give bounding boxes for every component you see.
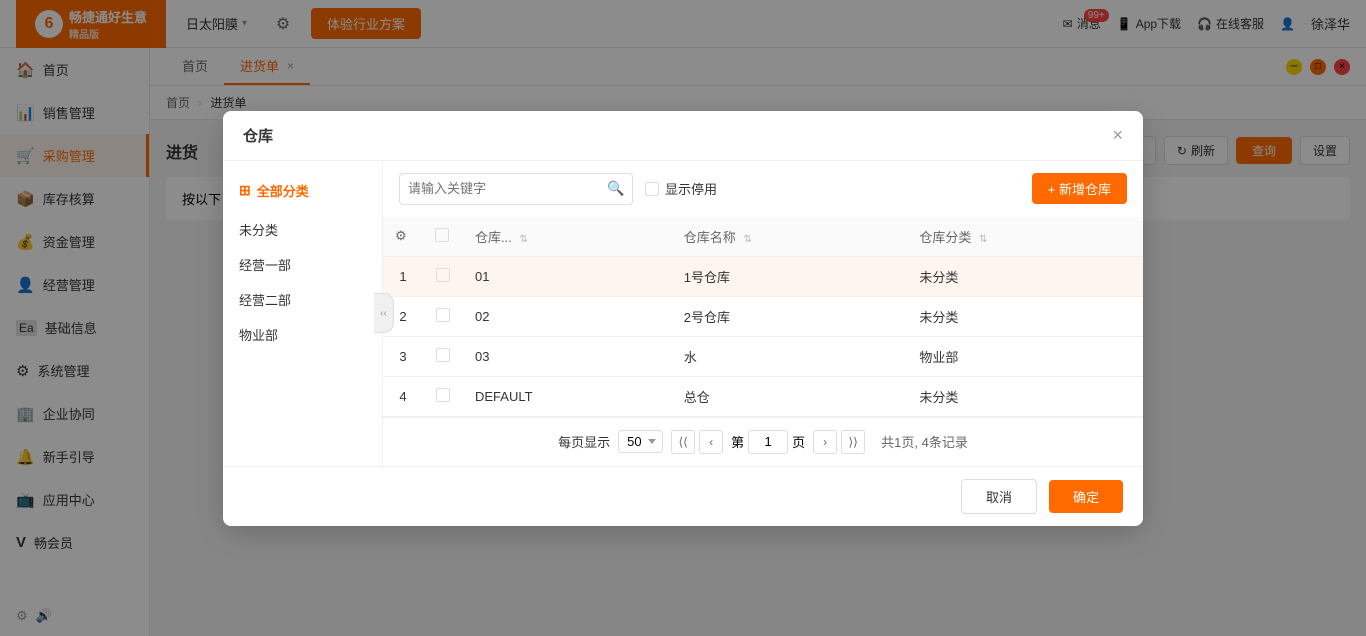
- row-action-3: 3: [383, 336, 423, 376]
- row-code-2: 02: [463, 296, 672, 336]
- category-item-dept2[interactable]: 经营二部: [223, 282, 382, 317]
- row-check-3[interactable]: [423, 336, 463, 376]
- modal-footer: 取消 确定: [223, 466, 1143, 526]
- col-name-header[interactable]: 仓库名称 ⇅: [672, 217, 908, 257]
- col-category-header[interactable]: 仓库分类 ⇅: [907, 217, 1143, 257]
- add-warehouse-button[interactable]: + 新增仓库: [1032, 173, 1127, 204]
- row-code-1: 01: [463, 256, 672, 296]
- row-category-2: 未分类: [907, 296, 1143, 336]
- row-action-4: 4: [383, 376, 423, 416]
- col-check: [423, 217, 463, 257]
- row-category-4: 未分类: [907, 376, 1143, 416]
- sort-icon-code: ⇅: [519, 234, 527, 245]
- page-nav-next: › ⟩⟩: [813, 430, 865, 454]
- next-page-button[interactable]: ›: [813, 430, 837, 454]
- search-icon: 🔍: [607, 180, 624, 197]
- modal-overlay[interactable]: 仓库 × ⊞ 全部分类 未分类 经营一部 经营二部: [0, 0, 1366, 636]
- search-button[interactable]: 🔍: [600, 173, 632, 205]
- category-panel: ⊞ 全部分类 未分类 经营一部 经营二部 物业部 ‹‹: [223, 161, 383, 466]
- row-check-2[interactable]: [423, 296, 463, 336]
- table-toolbar: 🔍 显示停用 + 新增仓库: [383, 161, 1143, 217]
- col-settings: ⚙: [383, 217, 423, 257]
- search-input[interactable]: [400, 181, 600, 196]
- prev-page-button[interactable]: ‹: [699, 430, 723, 454]
- page-nav: ⟨⟨ ‹: [671, 430, 723, 454]
- cancel-button[interactable]: 取消: [961, 479, 1037, 514]
- modal-close-button[interactable]: ×: [1112, 126, 1123, 144]
- row-name-4: 总仓: [672, 376, 908, 416]
- row-code-3: 03: [463, 336, 672, 376]
- modal-header: 仓库 ×: [223, 111, 1143, 161]
- category-item-property[interactable]: 物业部: [223, 317, 382, 352]
- first-page-button[interactable]: ⟨⟨: [671, 430, 695, 454]
- chevron-left-icon: ‹‹: [380, 308, 387, 319]
- row-check-4[interactable]: [423, 376, 463, 416]
- row-name-2: 2号仓库: [672, 296, 908, 336]
- row-action-1: 1: [383, 256, 423, 296]
- row-code-4: DEFAULT: [463, 376, 672, 416]
- modal-title: 仓库: [243, 125, 273, 146]
- category-header-label: 全部分类: [257, 181, 309, 200]
- pagination: 每页显示 50 ⟨⟨ ‹ 第 页 › ⟩⟩: [383, 417, 1143, 466]
- confirm-button[interactable]: 确定: [1049, 480, 1123, 513]
- col-code-header[interactable]: 仓库... ⇅: [463, 217, 672, 257]
- collapse-panel-button[interactable]: ‹‹: [374, 293, 394, 333]
- row-name-1: 1号仓库: [672, 256, 908, 296]
- row-category-3: 物业部: [907, 336, 1143, 376]
- grid-icon: ⊞: [239, 182, 251, 199]
- category-header[interactable]: ⊞ 全部分类: [223, 173, 382, 212]
- show-disabled-checkbox[interactable]: [645, 182, 659, 196]
- page-total: 共1页, 4条记录: [881, 432, 968, 451]
- table-row[interactable]: 1 01 1号仓库 未分类: [383, 256, 1143, 296]
- category-item-dept1[interactable]: 经营一部: [223, 247, 382, 282]
- sort-icon-category: ⇅: [979, 234, 987, 245]
- page-prefix-label: 第: [731, 432, 744, 451]
- warehouse-table: ⚙ 仓库... ⇅ 仓库名称: [383, 217, 1143, 417]
- table-scroll: ⚙ 仓库... ⇅ 仓库名称: [383, 217, 1143, 417]
- row-category-1: 未分类: [907, 256, 1143, 296]
- modal-body: ⊞ 全部分类 未分类 经营一部 经营二部 物业部 ‹‹: [223, 161, 1143, 466]
- page-suffix-label: 页: [792, 432, 805, 451]
- table-row[interactable]: 4 DEFAULT 总仓 未分类: [383, 376, 1143, 416]
- row-name-3: 水: [672, 336, 908, 376]
- sort-icon-name: ⇅: [743, 234, 751, 245]
- row-check-1[interactable]: [423, 256, 463, 296]
- show-disabled-label[interactable]: 显示停用: [645, 179, 717, 198]
- header-checkbox[interactable]: [435, 228, 449, 242]
- search-box: 🔍: [399, 173, 633, 205]
- last-page-button[interactable]: ⟩⟩: [841, 430, 865, 454]
- page-number-input[interactable]: [748, 430, 788, 454]
- gear-col-icon: ⚙: [395, 228, 407, 243]
- table-row[interactable]: 3 03 水 物业部: [383, 336, 1143, 376]
- table-row[interactable]: 2 02 2号仓库 未分类: [383, 296, 1143, 336]
- per-page-label: 每页显示: [558, 432, 610, 451]
- category-item-unclassified[interactable]: 未分类: [223, 212, 382, 247]
- warehouse-modal: 仓库 × ⊞ 全部分类 未分类 经营一部 经营二部: [223, 111, 1143, 526]
- table-panel: 🔍 显示停用 + 新增仓库: [383, 161, 1143, 466]
- page-input-wrap: 第 页: [731, 430, 805, 454]
- per-page-select[interactable]: 50: [618, 430, 663, 453]
